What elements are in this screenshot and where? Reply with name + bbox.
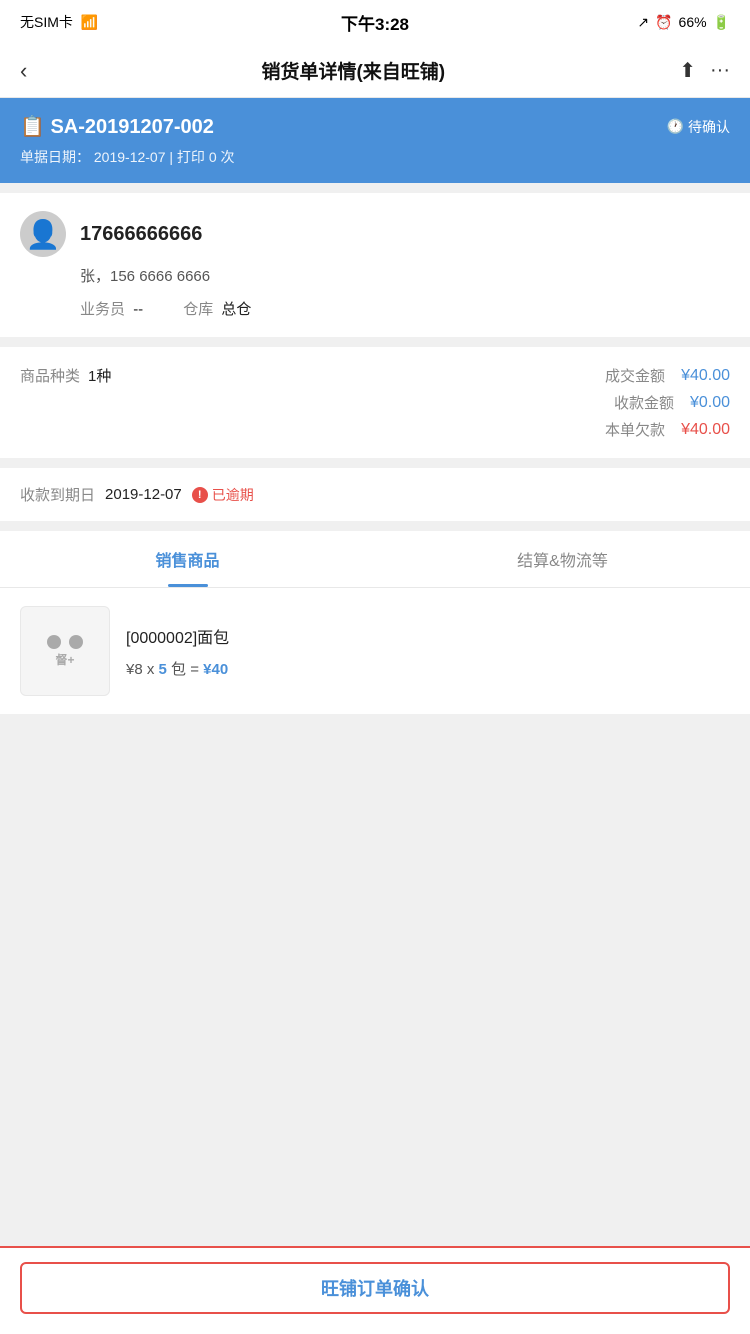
product-info: [0000002]面包 ¥8 x 5 包 = ¥40 xyxy=(126,624,730,679)
product-item: 督+ [0000002]面包 ¥8 x 5 包 = ¥40 xyxy=(0,588,750,715)
nav-actions: ⬆ ··· xyxy=(679,58,730,83)
tabs-section: 销售商品 结算&物流等 督+ [0000002]面包 ¥8 x 5 包 xyxy=(0,531,750,715)
order-header-top: 📋 SA-20191207-002 🕐 待确认 xyxy=(20,114,730,139)
bottom-area xyxy=(0,715,750,935)
order-status: 🕐 待确认 xyxy=(667,117,730,137)
avatar: 👤 xyxy=(20,211,66,257)
warehouse-value: 总仓 xyxy=(221,301,251,318)
back-button[interactable]: ‹ xyxy=(20,58,27,84)
status-time: 下午3:28 xyxy=(341,10,409,35)
due-label: 收款到期日 xyxy=(20,484,95,505)
order-date: 单据日期： 2019-12-07 | 打印 0 次 xyxy=(20,147,730,167)
due-date-section: 收款到期日 2019-12-07 ! 已逾期 xyxy=(0,468,750,521)
price-unit: ¥8 xyxy=(126,661,143,678)
avatar-icon: 👤 xyxy=(26,218,61,251)
summary-section: 商品种类 1种 成交金额 ¥40.00 收款金额 ¥0.00 本单欠款 ¥40.… xyxy=(0,347,750,458)
customer-phone: 17666666666 xyxy=(80,223,202,246)
amount-value: ¥40.00 xyxy=(681,367,730,385)
order-id-icon: 📋 xyxy=(20,116,50,138)
salesman-label: 业务员 xyxy=(80,301,125,318)
product-type-label: 商品种类 xyxy=(20,365,80,386)
price-total: ¥40 xyxy=(203,661,228,678)
overdue-text: 已逾期 xyxy=(212,485,254,505)
price-qty: 5 xyxy=(159,661,167,678)
battery-icon: 🔋 xyxy=(713,14,730,31)
owl-eye-left xyxy=(47,635,61,649)
customer-card: 👤 17666666666 张，156 6666 6666 业务员 -- 仓库 … xyxy=(0,193,750,337)
alarm-icon: ⏰ xyxy=(655,14,672,31)
warehouse-info: 仓库 总仓 xyxy=(183,298,251,319)
confirm-btn-wrapper: 旺铺订单确认 xyxy=(0,1246,750,1334)
more-icon[interactable]: ··· xyxy=(710,59,730,82)
customer-row: 👤 17666666666 xyxy=(20,211,730,257)
due-date-value: 2019-12-07 xyxy=(105,486,182,503)
battery-text: 66% xyxy=(679,14,707,30)
overdue-badge: ! 已逾期 xyxy=(192,485,254,505)
sim-text: 无SIM卡 xyxy=(20,12,73,32)
debt-row: 本单欠款 ¥40.00 xyxy=(605,419,730,440)
tab-settlement[interactable]: 结算&物流等 xyxy=(375,531,750,587)
confirm-button[interactable]: 旺铺订单确认 xyxy=(20,1262,730,1314)
product-type-value: 1种 xyxy=(88,365,111,386)
owl-eyes xyxy=(47,635,83,649)
received-row: 收款金额 ¥0.00 xyxy=(614,392,730,413)
price-multiply: x xyxy=(147,661,159,678)
received-label: 收款金额 xyxy=(614,392,674,413)
product-name: [0000002]面包 xyxy=(126,624,730,648)
page-title: 销货单详情(来自旺铺) xyxy=(261,57,445,84)
order-id: 📋 SA-20191207-002 xyxy=(20,114,214,139)
share-icon[interactable]: ⬆ xyxy=(679,58,696,83)
tab-products[interactable]: 销售商品 xyxy=(0,531,375,587)
status-left: 无SIM卡 📶 xyxy=(20,12,98,32)
price-unit-name: 包 xyxy=(171,661,186,678)
amount-label: 成交金额 xyxy=(605,365,665,386)
status-clock-icon: 🕐 xyxy=(667,118,684,135)
location-icon: ↗ xyxy=(637,14,649,31)
received-value: ¥0.00 xyxy=(690,394,730,412)
amounts: 成交金额 ¥40.00 收款金额 ¥0.00 本单欠款 ¥40.00 xyxy=(605,365,730,440)
nav-bar: ‹ 销货单详情(来自旺铺) ⬆ ··· xyxy=(0,44,750,98)
salesman-info: 业务员 -- xyxy=(80,298,143,319)
product-logo: 督+ xyxy=(47,635,83,668)
overdue-dot-icon: ! xyxy=(192,487,208,503)
product-price-row: ¥8 x 5 包 = ¥40 xyxy=(126,658,730,679)
customer-meta: 业务员 -- 仓库 总仓 xyxy=(80,298,730,319)
customer-name: 张，156 6666 6666 xyxy=(80,265,730,286)
owl-text: 督+ xyxy=(55,651,74,668)
wifi-icon: 📶 xyxy=(81,14,98,31)
owl-eye-right xyxy=(69,635,83,649)
salesman-value: -- xyxy=(133,301,143,318)
debt-label: 本单欠款 xyxy=(605,419,665,440)
product-type: 商品种类 1种 xyxy=(20,365,111,386)
status-bar: 无SIM卡 📶 下午3:28 ↗ ⏰ 66% 🔋 xyxy=(0,0,750,44)
status-right: ↗ ⏰ 66% 🔋 xyxy=(637,14,730,31)
order-header: 📋 SA-20191207-002 🕐 待确认 单据日期： 2019-12-07… xyxy=(0,98,750,183)
price-equals: = xyxy=(190,661,203,678)
amount-row: 成交金额 ¥40.00 xyxy=(605,365,730,386)
product-thumbnail: 督+ xyxy=(20,606,110,696)
tabs-row: 销售商品 结算&物流等 xyxy=(0,531,750,588)
debt-value: ¥40.00 xyxy=(681,421,730,439)
warehouse-label: 仓库 xyxy=(183,301,213,318)
